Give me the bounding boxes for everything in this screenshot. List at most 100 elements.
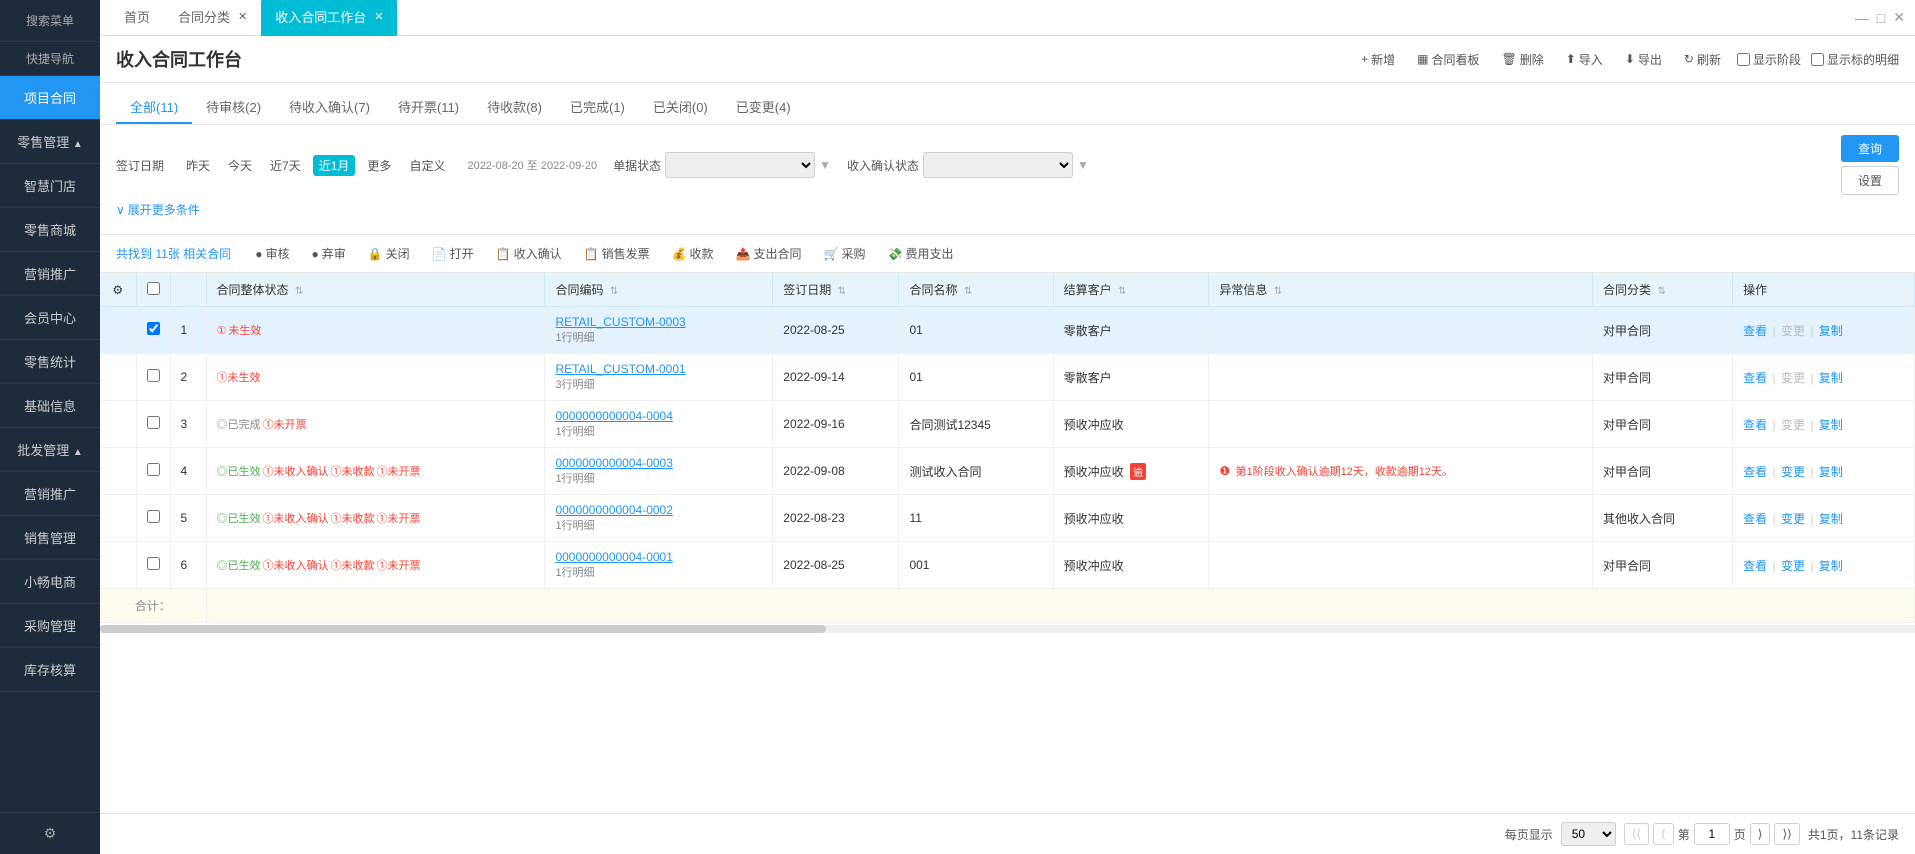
add-button[interactable]: + 新增 <box>1355 48 1401 71</box>
show-detail-checkbox[interactable] <box>1811 53 1824 66</box>
contract-link-5[interactable]: 0000000000004-0002 <box>555 503 672 517</box>
sidebar-item-stock[interactable]: 库存核算 <box>0 648 100 692</box>
refresh-button[interactable]: ↻ 刷新 <box>1678 48 1727 71</box>
delete-button[interactable]: 🗑 删除 <box>1495 48 1549 71</box>
filter-tab-pending-payment[interactable]: 待收款(8) <box>473 91 556 124</box>
row5-edit-btn[interactable]: 变更 <box>1781 512 1805 526</box>
col-sign-date[interactable]: 签订日期 ⇅ <box>773 273 899 307</box>
contract-link-1[interactable]: RETAIL_CUSTOM-0003 <box>555 315 685 329</box>
row1-edit-btn[interactable]: 变更 <box>1781 324 1805 338</box>
abandon-button[interactable]: ● 弃审 <box>301 241 355 266</box>
settings-button[interactable]: 设置 <box>1841 166 1899 195</box>
row6-view-btn[interactable]: 查看 <box>1743 559 1767 573</box>
col-name[interactable]: 合同名称 ⇅ <box>899 273 1053 307</box>
page-size-select[interactable]: 50 10 20 100 <box>1561 822 1616 846</box>
date-custom[interactable]: 自定义 <box>403 155 451 176</box>
col-anomaly[interactable]: 异常信息 ⇅ <box>1209 273 1593 307</box>
row6-checkbox[interactable] <box>136 542 170 589</box>
row4-checkbox[interactable] <box>136 448 170 495</box>
tab-close-income-workbench[interactable]: ✕ <box>374 10 383 23</box>
filter-tab-completed[interactable]: 已完成(1) <box>556 91 639 124</box>
expand-filter-btn[interactable]: ∨ 展开更多条件 <box>116 201 200 218</box>
query-button[interactable]: 查询 <box>1841 135 1899 162</box>
review-button[interactable]: ● 审核 <box>245 241 299 266</box>
date-yesterday[interactable]: 昨天 <box>180 155 216 176</box>
sidebar-item-project[interactable]: 项目合同 <box>0 76 100 120</box>
last-page-btn[interactable]: ⟩⟩ <box>1774 823 1799 845</box>
close-contract-button[interactable]: 🔒 关闭 <box>358 241 420 266</box>
contract-link-2[interactable]: RETAIL_CUSTOM-0001 <box>555 362 685 376</box>
sidebar-item-retail-mgmt[interactable]: 零售管理 ▲ <box>0 120 100 164</box>
date-last1m[interactable]: 近1月 <box>313 155 356 176</box>
sidebar-item-retail-mall[interactable]: 零售商城 <box>0 208 100 252</box>
expense-out-button[interactable]: 📤 支出合同 <box>726 241 812 266</box>
first-page-btn[interactable]: ⟨⟨ <box>1624 823 1649 845</box>
tab-home[interactable]: 首页 <box>110 0 164 36</box>
row3-edit-btn[interactable]: 变更 <box>1781 418 1805 432</box>
date-more[interactable]: 更多 <box>361 155 397 176</box>
show-stages-checkbox-label[interactable]: 显示阶段 <box>1737 51 1801 68</box>
row6-copy-btn[interactable]: 复制 <box>1819 559 1843 573</box>
open-contract-button[interactable]: 📄 打开 <box>422 241 484 266</box>
row2-copy-btn[interactable]: 复制 <box>1819 371 1843 385</box>
filter-tab-pending-invoice[interactable]: 待开票(11) <box>384 91 473 124</box>
sidebar-item-smart-shop[interactable]: 智慧门店 <box>0 164 100 208</box>
page-input[interactable] <box>1694 823 1730 845</box>
payment-button[interactable]: 💰 收款 <box>662 241 724 266</box>
doc-status-select[interactable] <box>665 152 815 178</box>
kanban-button[interactable]: ▦ 合同看板 <box>1411 48 1485 71</box>
export-button[interactable]: ⬇ 导出 <box>1619 48 1668 71</box>
window-close-btn[interactable]: ✕ <box>1893 9 1905 26</box>
income-confirm-select[interactable] <box>923 152 1073 178</box>
row3-copy-btn[interactable]: 复制 <box>1819 418 1843 432</box>
row1-copy-btn[interactable]: 复制 <box>1819 324 1843 338</box>
row3-checkbox[interactable] <box>136 401 170 448</box>
sidebar-settings[interactable]: ⚙ <box>0 812 100 854</box>
sidebar-item-xiaochang[interactable]: 小畅电商 <box>0 560 100 604</box>
sidebar-item-base-info[interactable]: 基础信息 <box>0 384 100 428</box>
sidebar-item-marketing[interactable]: 营销推广 <box>0 252 100 296</box>
col-status[interactable]: 合同整体状态 ⇅ <box>206 273 545 307</box>
row4-copy-btn[interactable]: 复制 <box>1819 465 1843 479</box>
row1-checkbox[interactable] <box>136 307 170 354</box>
col-checkbox[interactable] <box>136 273 170 307</box>
filter-tab-pending-review[interactable]: 待审核(2) <box>192 91 275 124</box>
row6-edit-btn[interactable]: 变更 <box>1781 559 1805 573</box>
row5-checkbox[interactable] <box>136 495 170 542</box>
select-all-checkbox[interactable] <box>147 282 160 295</box>
horizontal-scrollbar[interactable] <box>100 625 1915 633</box>
sidebar-item-sales-mgmt[interactable]: 销售管理 <box>0 516 100 560</box>
contract-link-3[interactable]: 0000000000004-0004 <box>555 409 672 423</box>
col-customer[interactable]: 结算客户 ⇅ <box>1053 273 1209 307</box>
row5-view-btn[interactable]: 查看 <box>1743 512 1767 526</box>
row4-edit-btn[interactable]: 变更 <box>1781 465 1805 479</box>
row2-edit-btn[interactable]: 变更 <box>1781 371 1805 385</box>
row5-copy-btn[interactable]: 复制 <box>1819 512 1843 526</box>
tab-close-contract-cat[interactable]: ✕ <box>238 10 247 23</box>
row1-view-btn[interactable]: 查看 <box>1743 324 1767 338</box>
tab-income-workbench[interactable]: 收入合同工作台 ✕ <box>261 0 397 36</box>
window-minimize-btn[interactable]: — <box>1855 10 1869 26</box>
col-settings[interactable]: ⚙ <box>100 273 136 307</box>
row3-view-btn[interactable]: 查看 <box>1743 418 1767 432</box>
filter-tab-closed[interactable]: 已关闭(0) <box>639 91 722 124</box>
window-maximize-btn[interactable]: □ <box>1877 10 1885 26</box>
sidebar-item-marketing2[interactable]: 营销推广 <box>0 472 100 516</box>
show-stages-checkbox[interactable] <box>1737 53 1750 66</box>
sales-invoice-button[interactable]: 📋 销售发票 <box>574 241 660 266</box>
sidebar-item-member[interactable]: 会员中心 <box>0 296 100 340</box>
contract-link-6[interactable]: 0000000000004-0001 <box>555 550 672 564</box>
filter-tab-changed[interactable]: 已变更(4) <box>722 91 805 124</box>
sidebar-quick-nav[interactable]: 快捷导航 <box>0 42 100 76</box>
date-last7[interactable]: 近7天 <box>264 155 307 176</box>
filter-tab-all[interactable]: 全部(11) <box>116 91 192 124</box>
import-button[interactable]: ⬆ 导入 <box>1560 48 1609 71</box>
prev-page-btn[interactable]: ⟨ <box>1653 823 1674 845</box>
purchase-button[interactable]: 🛒 采购 <box>814 241 876 266</box>
income-confirm-button[interactable]: 📋 收入确认 <box>486 241 572 266</box>
data-table-container[interactable]: ⚙ 合同整体状态 ⇅ 合同编码 ⇅ 签订日期 <box>100 273 1915 813</box>
show-detail-checkbox-label[interactable]: 显示标的明细 <box>1811 51 1899 68</box>
sidebar-search[interactable]: 搜索菜单 <box>0 0 100 42</box>
sidebar-item-wholesale-mgmt[interactable]: 批发管理 ▲ <box>0 428 100 472</box>
row2-view-btn[interactable]: 查看 <box>1743 371 1767 385</box>
